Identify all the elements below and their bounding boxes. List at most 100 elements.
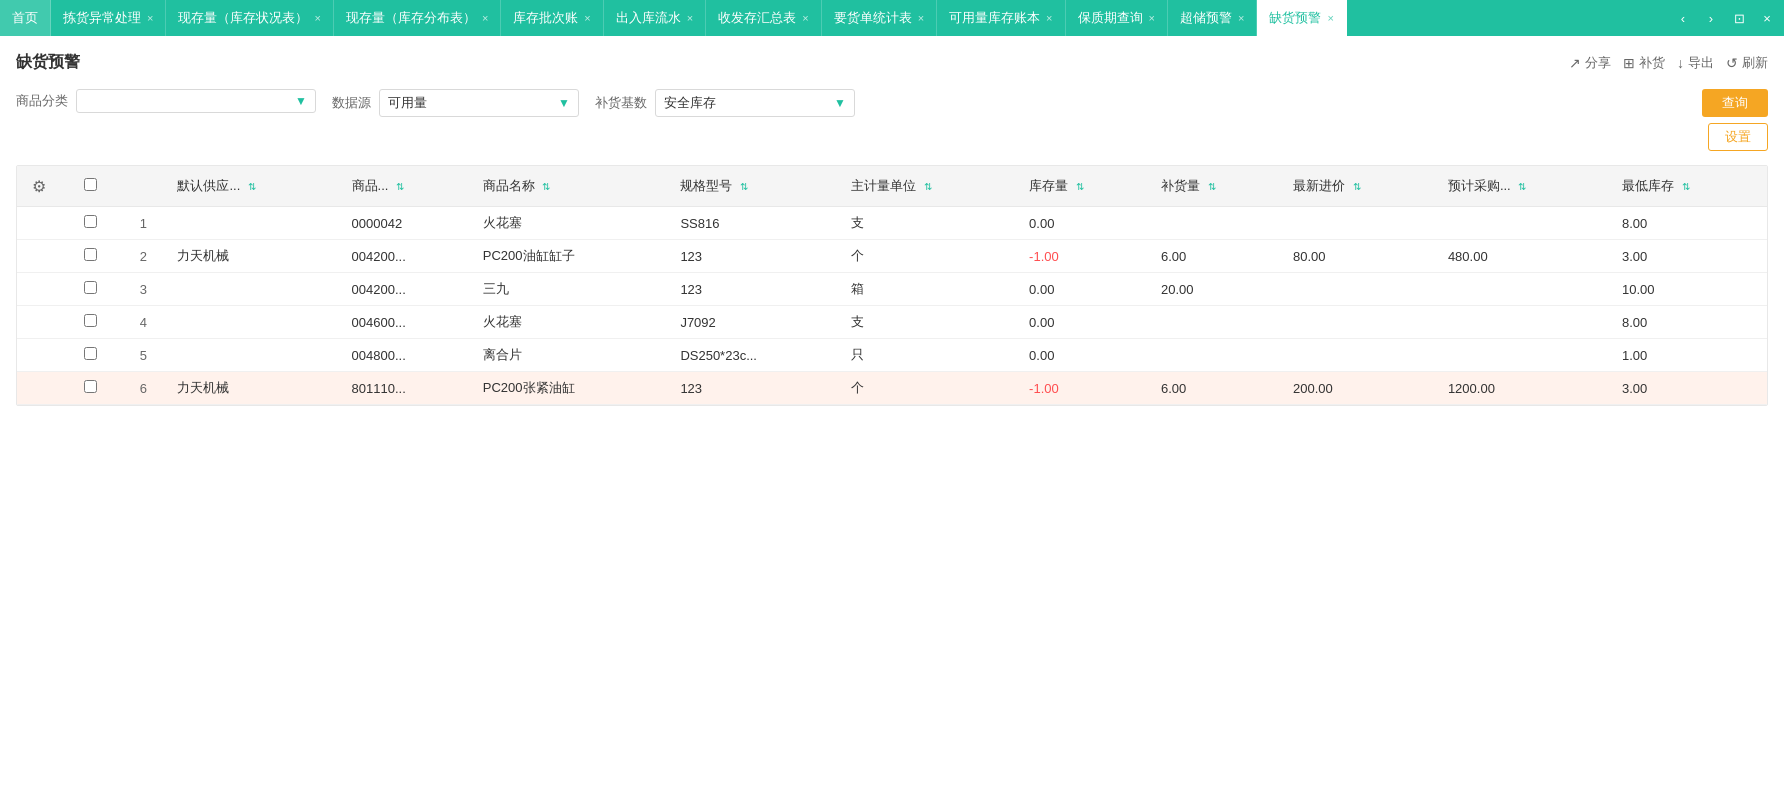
tab-batch-account[interactable]: 库存批次账 × — [501, 0, 603, 36]
column-settings-icon[interactable]: ⚙ — [27, 174, 51, 198]
export-label: 导出 — [1688, 54, 1714, 72]
tab-overstock-label: 超储预警 — [1180, 9, 1232, 27]
th-stock[interactable]: 库存量 ⇅ — [1019, 166, 1151, 207]
tab-overstock-close[interactable]: × — [1238, 12, 1244, 24]
close-window-button[interactable]: × — [1754, 5, 1780, 31]
th-unit[interactable]: 主计量单位 ⇅ — [841, 166, 1019, 207]
tab-abnormal-close[interactable]: × — [147, 12, 153, 24]
row-checkbox[interactable] — [84, 347, 97, 360]
row-settings-cell — [17, 240, 61, 273]
th-latest-price[interactable]: 最新进价 ⇅ — [1283, 166, 1438, 207]
tab-inout-flow[interactable]: 出入库流水 × — [604, 0, 706, 36]
row-min-stock: 3.00 — [1612, 372, 1767, 405]
row-checkbox[interactable] — [84, 281, 97, 294]
category-select[interactable]: ▼ — [76, 89, 316, 113]
row-checkbox-cell[interactable] — [61, 273, 119, 306]
row-unit: 个 — [841, 372, 1019, 405]
table-row: 1 0000042 火花塞 SS816 支 0.00 8.00 — [17, 207, 1767, 240]
replenish-action[interactable]: ⊞ 补货 — [1623, 54, 1665, 72]
th-spec[interactable]: 规格型号 ⇅ — [670, 166, 841, 207]
row-replenish: 6.00 — [1151, 372, 1283, 405]
th-replenish[interactable]: 补货量 ⇅ — [1151, 166, 1283, 207]
row-checkbox-cell[interactable] — [61, 207, 119, 240]
close-window-icon: × — [1763, 11, 1771, 26]
tab-overstock[interactable]: 超储预警 × — [1168, 0, 1257, 36]
tab-shortage-close[interactable]: × — [1327, 12, 1333, 24]
min-stock-sort-icon: ⇅ — [1682, 181, 1690, 192]
tab-expiry-close[interactable]: × — [1149, 12, 1155, 24]
row-product-code: 801110... — [342, 372, 473, 405]
tab-stock-dist-close[interactable]: × — [482, 12, 488, 24]
tab-receive-summary-close[interactable]: × — [802, 12, 808, 24]
row-unit: 只 — [841, 339, 1019, 372]
row-checkbox-cell[interactable] — [61, 339, 119, 372]
prev-tab-button[interactable]: ‹ — [1670, 5, 1696, 31]
replenish-sort-icon: ⇅ — [1208, 181, 1216, 192]
th-est-purchase-label: 预计采购... — [1448, 178, 1511, 193]
refresh-icon: ↺ — [1726, 55, 1738, 71]
row-latest-price — [1283, 207, 1438, 240]
tab-shortage[interactable]: 缺货预警 × — [1257, 0, 1346, 36]
tab-abnormal[interactable]: 拣货异常处理 × — [51, 0, 166, 36]
tab-home[interactable]: 首页 — [0, 0, 51, 36]
row-unit: 支 — [841, 207, 1019, 240]
row-replenish — [1151, 339, 1283, 372]
tab-batch-account-close[interactable]: × — [584, 12, 590, 24]
row-checkbox-cell[interactable] — [61, 240, 119, 273]
row-checkbox-cell[interactable] — [61, 372, 119, 405]
export-action[interactable]: ↓ 导出 — [1677, 54, 1714, 72]
unit-sort-icon: ⇅ — [924, 181, 932, 192]
row-replenish: 20.00 — [1151, 273, 1283, 306]
row-checkbox[interactable] — [84, 380, 97, 393]
th-min-stock[interactable]: 最低库存 ⇅ — [1612, 166, 1767, 207]
tab-receive-summary[interactable]: 收发存汇总表 × — [706, 0, 821, 36]
tab-available-ledger[interactable]: 可用量库存账本 × — [937, 0, 1065, 36]
table-row: 4 004600... 火花塞 J7092 支 0.00 8.00 — [17, 306, 1767, 339]
est-purchase-sort-icon: ⇅ — [1518, 181, 1526, 192]
row-product-code: 004200... — [342, 240, 473, 273]
replenish-base-select-value: 安全库存 — [664, 94, 716, 112]
th-product-code[interactable]: 商品... ⇅ — [342, 166, 473, 207]
tab-demand-stat-close[interactable]: × — [918, 12, 924, 24]
tab-demand-stat[interactable]: 要货单统计表 × — [822, 0, 937, 36]
row-spec: J7092 — [670, 306, 841, 339]
row-checkbox[interactable] — [84, 215, 97, 228]
row-checkbox[interactable] — [84, 314, 97, 327]
share-action[interactable]: ↗ 分享 — [1569, 54, 1611, 72]
row-stock: 0.00 — [1019, 273, 1151, 306]
row-est-purchase — [1438, 273, 1612, 306]
refresh-action[interactable]: ↺ 刷新 — [1726, 54, 1768, 72]
tab-stock-dist[interactable]: 现存量（库存分布表） × — [334, 0, 501, 36]
replenish-base-select[interactable]: 安全库存 ▼ — [655, 89, 855, 117]
tab-home-label: 首页 — [12, 9, 38, 27]
th-product-code-label: 商品... — [352, 178, 389, 193]
select-all-checkbox[interactable] — [84, 178, 97, 191]
settings-button[interactable]: 设置 — [1708, 123, 1768, 151]
table-header-row: ⚙ 默认供应... ⇅ 商品... ⇅ 商品名称 — [17, 166, 1767, 207]
next-tab-button[interactable]: › — [1698, 5, 1724, 31]
query-button[interactable]: 查询 — [1702, 89, 1768, 117]
tab-stock-status-close[interactable]: × — [314, 12, 320, 24]
row-product-code: 004800... — [342, 339, 473, 372]
th-est-purchase[interactable]: 预计采购... ⇅ — [1438, 166, 1612, 207]
row-checkbox-cell[interactable] — [61, 306, 119, 339]
data-table-container: ⚙ 默认供应... ⇅ 商品... ⇅ 商品名称 — [16, 165, 1768, 406]
product-name-sort-icon: ⇅ — [542, 181, 550, 192]
row-supplier — [167, 273, 341, 306]
tab-inout-flow-close[interactable]: × — [687, 12, 693, 24]
tab-available-ledger-close[interactable]: × — [1046, 12, 1052, 24]
row-min-stock: 8.00 — [1612, 207, 1767, 240]
th-min-stock-label: 最低库存 — [1622, 178, 1674, 193]
main-content: 缺货预警 ↗ 分享 ⊞ 补货 ↓ 导出 ↺ 刷新 商品分类 — [0, 36, 1784, 796]
row-checkbox[interactable] — [84, 248, 97, 261]
tab-stock-status[interactable]: 现存量（库存状况表） × — [166, 0, 333, 36]
th-product-name[interactable]: 商品名称 ⇅ — [473, 166, 671, 207]
restore-button[interactable]: ⊡ — [1726, 5, 1752, 31]
tab-expiry[interactable]: 保质期查询 × — [1066, 0, 1168, 36]
datasource-select-arrow: ▼ — [558, 96, 570, 110]
row-stock: 0.00 — [1019, 339, 1151, 372]
datasource-select[interactable]: 可用量 ▼ — [379, 89, 579, 117]
row-num: 1 — [119, 207, 167, 240]
row-settings-cell — [17, 372, 61, 405]
th-supplier[interactable]: 默认供应... ⇅ — [167, 166, 341, 207]
